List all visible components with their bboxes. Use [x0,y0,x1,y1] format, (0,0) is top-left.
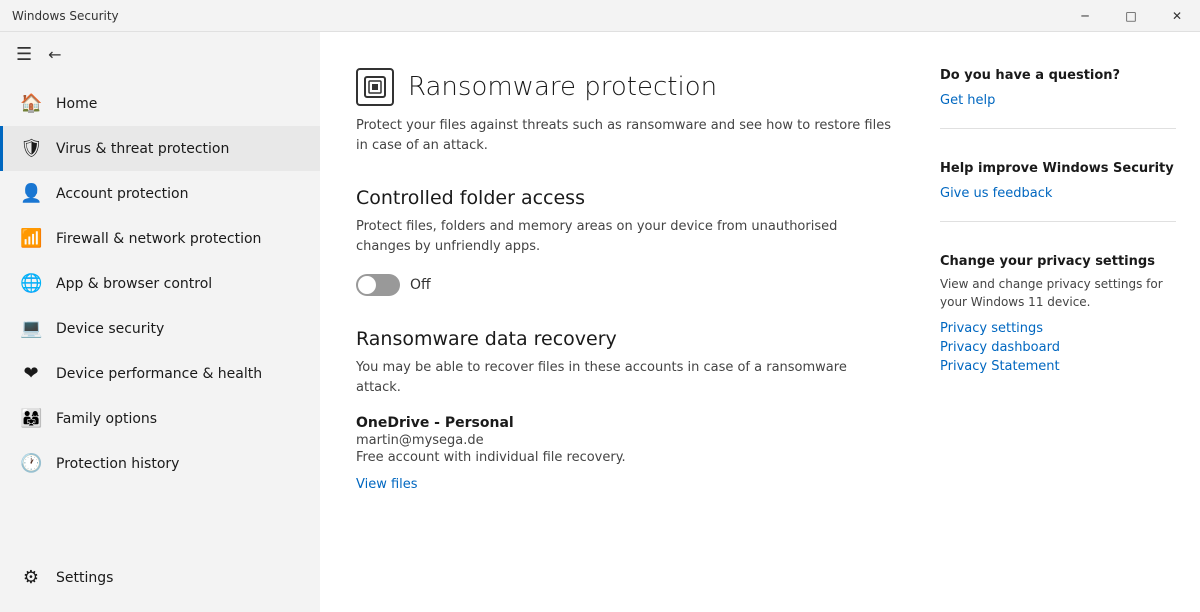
hamburger-icon[interactable]: ☰ [16,44,32,65]
account-plan: Free account with individual file recove… [356,450,892,465]
account-name: OneDrive - Personal [356,415,892,431]
settings-icon: ⚙ [20,567,42,588]
right-panel-divider [940,128,1176,129]
right-link-privacy-dashboard[interactable]: Privacy dashboard [940,340,1060,355]
titlebar-title: Windows Security [12,9,119,23]
sidebar-item-device-perf[interactable]: ❤ Device performance & health [0,351,320,396]
controlled-folder-desc: Protect files, folders and memory areas … [356,217,892,256]
sidebar-item-firewall[interactable]: 📶 Firewall & network protection [0,216,320,261]
page-subtitle: Protect your files against threats such … [356,116,892,155]
device-perf-label: Device performance & health [56,366,262,382]
right-section-title-privacy: Change your privacy settings [940,254,1176,269]
sidebar-item-device-security[interactable]: 💻 Device security [0,306,320,351]
history-icon: 🕐 [20,453,42,474]
sidebar-item-family[interactable]: 👨‍👩‍👧 Family options [0,396,320,441]
main-content: Ransomware protection Protect your files… [320,32,940,612]
right-link-get-help[interactable]: Get help [940,93,995,108]
titlebar: Windows Security ─ □ ✕ [0,0,1200,32]
sidebar-item-app-browser[interactable]: 🌐 App & browser control [0,261,320,306]
page-header: Ransomware protection [356,68,892,106]
account-label: Account protection [56,186,189,202]
virus-label: Virus & threat protection [56,141,229,157]
account-icon: 👤 [20,183,42,204]
firewall-label: Firewall & network protection [56,231,261,247]
right-section-privacy: Change your privacy settings View and cha… [940,254,1176,374]
controlled-folder-toggle[interactable] [356,274,400,296]
toggle-row: Off [356,274,892,296]
home-icon: 🏠 [20,93,42,114]
sidebar-item-virus[interactable]: 🛡 Virus & threat protection [0,126,320,171]
recovery-title: Ransomware data recovery [356,328,892,350]
family-icon: 👨‍👩‍👧 [20,408,42,429]
back-icon[interactable]: ← [48,45,61,64]
view-files-link[interactable]: View files [356,477,418,492]
right-section-desc-privacy: View and change privacy settings for you… [940,275,1176,311]
device-security-icon: 💻 [20,318,42,339]
sidebar-item-history[interactable]: 🕐 Protection history [0,441,320,486]
right-section-question: Do you have a question? Get help [940,68,1176,129]
family-label: Family options [56,411,157,427]
device-security-label: Device security [56,321,164,337]
right-panel-divider [940,221,1176,222]
sidebar-nav: 🏠 Home 🛡 Virus & threat protection 👤 Acc… [0,81,320,486]
page-title: Ransomware protection [408,72,717,102]
app-body: ☰ ← 🏠 Home 🛡 Virus & threat protection 👤… [0,32,1200,612]
sidebar: ☰ ← 🏠 Home 🛡 Virus & threat protection 👤… [0,32,320,612]
settings-label: Settings [56,570,113,586]
right-link-give-us-feedback[interactable]: Give us feedback [940,186,1052,201]
titlebar-controls: ─ □ ✕ [1062,0,1200,31]
recovery-section: Ransomware data recovery You may be able… [356,328,892,492]
app-browser-icon: 🌐 [20,273,42,294]
toggle-label: Off [410,277,431,293]
right-panel: Do you have a question? Get help Help impr… [940,32,1200,612]
app-browser-label: App & browser control [56,276,212,292]
right-section-improve: Help improve Windows Security Give us fee… [940,161,1176,222]
right-link-privacy-statement[interactable]: Privacy Statement [940,359,1060,374]
recovery-desc: You may be able to recover files in thes… [356,358,892,397]
sidebar-item-account[interactable]: 👤 Account protection [0,171,320,216]
account-email: martin@mysega.de [356,433,892,448]
virus-icon: 🛡 [20,138,42,159]
right-link-privacy-settings[interactable]: Privacy settings [940,321,1043,336]
device-perf-icon: ❤ [20,363,42,384]
controlled-folder-title: Controlled folder access [356,187,892,209]
right-section-title-question: Do you have a question? [940,68,1176,83]
maximize-button[interactable]: □ [1108,0,1154,32]
firewall-icon: 📶 [20,228,42,249]
page-icon [356,68,394,106]
sidebar-item-settings[interactable]: ⚙ Settings [0,555,320,600]
sidebar-item-home[interactable]: 🏠 Home [0,81,320,126]
home-label: Home [56,96,97,112]
close-button[interactable]: ✕ [1154,0,1200,32]
minimize-button[interactable]: ─ [1062,0,1108,32]
sidebar-bottom: ⚙ Settings [0,535,320,600]
toggle-knob [358,276,376,294]
history-label: Protection history [56,456,179,472]
right-section-title-improve: Help improve Windows Security [940,161,1176,176]
sidebar-top: ☰ ← [0,32,320,77]
